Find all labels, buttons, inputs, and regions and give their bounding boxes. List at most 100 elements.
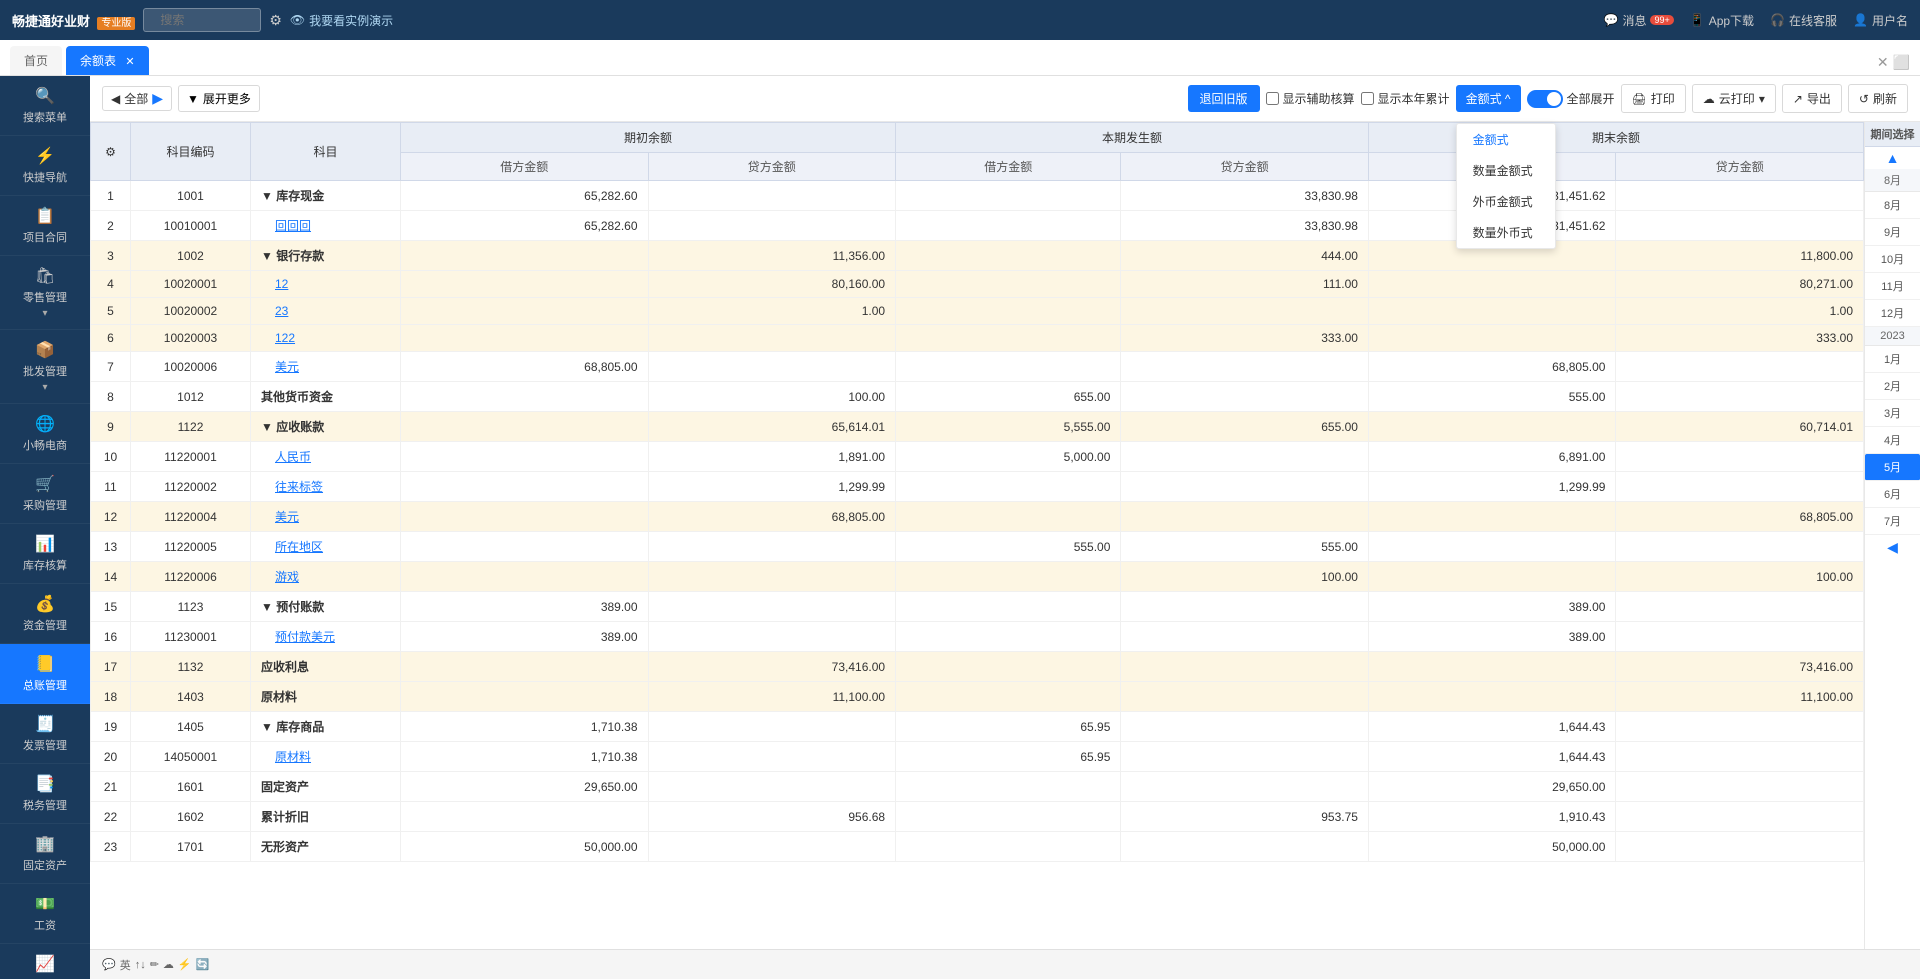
sidebar-item-inventory[interactable]: 📊 库存核算 (0, 524, 90, 584)
gear-icon[interactable]: ⚙ (269, 12, 282, 29)
period-month-6[interactable]: 6月 (1865, 481, 1920, 508)
row-amount (401, 472, 649, 502)
row-amount (1121, 472, 1369, 502)
status-lang[interactable]: 英 (120, 957, 131, 973)
user-avatar[interactable]: 👤 用户名 (1853, 12, 1908, 29)
dropdown-item-qty-foreign[interactable]: 数量外币式 (1457, 217, 1555, 248)
status-edit[interactable]: ✏ (150, 958, 159, 971)
row-subject[interactable]: ▼ 预付账款 (251, 592, 401, 622)
period-month-8[interactable]: 8月 (1865, 192, 1920, 219)
row-amount (1616, 622, 1864, 652)
row-subject: 美元 (251, 502, 401, 532)
global-search-input[interactable] (152, 11, 252, 29)
period-month-11[interactable]: 11月 (1865, 273, 1920, 300)
window-close-icon[interactable]: ✕ (1877, 54, 1889, 71)
row-amount: 11,800.00 (1616, 241, 1864, 271)
sidebar-item-salary[interactable]: 💵 工资 (0, 884, 90, 944)
row-subject[interactable]: ▼ 银行存款 (251, 241, 401, 271)
sidebar-item-project[interactable]: 📋 项目合同 (0, 196, 90, 256)
period-month-2[interactable]: 2月 (1865, 373, 1920, 400)
app-download-btn[interactable]: 📱 App下载 (1690, 12, 1754, 29)
online-service-btn[interactable]: 🎧 在线客服 (1770, 12, 1837, 29)
dropdown-item-qty-amount[interactable]: 数量金额式 (1457, 155, 1555, 186)
sidebar-item-nav[interactable]: ⚡ 快捷导航 (0, 136, 90, 196)
status-flash[interactable]: ⚡ (178, 958, 192, 971)
table-settings-icon[interactable]: ⚙ (105, 145, 116, 159)
table-container[interactable]: ⚙ 科目编码 科目 期初余额 本期发生额 期末余额 借方金额 贷方金额 借方金额 (90, 122, 1864, 949)
period-month-1[interactable]: 1月 (1865, 346, 1920, 373)
period-month-7[interactable]: 7月 (1865, 508, 1920, 535)
period-month-10[interactable]: 10月 (1865, 246, 1920, 273)
row-amount (648, 742, 896, 772)
print-btn[interactable]: 🖨 打印 (1621, 84, 1686, 113)
sidebar-item-invoice[interactable]: 🧾 发票管理 (0, 704, 90, 764)
row-amount (1121, 682, 1369, 712)
status-cloud[interactable]: ☁ (163, 958, 174, 971)
tab-balance[interactable]: 余额表 ✕ (66, 46, 149, 75)
demo-link[interactable]: 👁 我要看实例演示 (290, 12, 393, 29)
row-num: 18 (91, 682, 131, 712)
row-amount (648, 352, 896, 382)
period-month-9[interactable]: 9月 (1865, 219, 1920, 246)
period-year-2022: 8月 (1865, 169, 1920, 192)
balance-table: ⚙ 科目编码 科目 期初余额 本期发生额 期末余额 借方金额 贷方金额 借方金额 (90, 122, 1864, 862)
sidebar-item-assets[interactable]: 🏢 固定资产 (0, 824, 90, 884)
sidebar-item-search[interactable]: 🔍 搜索菜单 (0, 76, 90, 136)
row-amount: 80,160.00 (648, 271, 896, 298)
period-month-4[interactable]: 4月 (1865, 427, 1920, 454)
row-code: 1012 (131, 382, 251, 412)
cloud-print-btn[interactable]: ☁ 云打印 ▾ (1692, 84, 1776, 113)
sidebar-item-tax[interactable]: 📑 税务管理 (0, 764, 90, 824)
row-num: 22 (91, 802, 131, 832)
row-amount: 11,100.00 (1616, 682, 1864, 712)
row-subject[interactable]: ▼ 库存现金 (251, 181, 401, 211)
row-amount (1616, 712, 1864, 742)
expand-more-btn[interactable]: ▼ 展开更多 (178, 85, 260, 112)
expand-all-toggle[interactable]: 全部展开 (1527, 90, 1615, 108)
return-old-btn[interactable]: 退回旧版 (1188, 85, 1260, 112)
status-icon-chat[interactable]: 💬 (102, 958, 116, 971)
sidebar-item-ledger[interactable]: 📒 总账管理 (0, 644, 90, 704)
table-row: 181403原材料11,100.0011,100.00 (91, 682, 1864, 712)
sidebar-item-label: 总账管理 (23, 677, 67, 693)
tab-close-icon[interactable]: ✕ (125, 56, 134, 68)
period-month-5[interactable]: 5月 (1865, 454, 1920, 481)
row-subject[interactable]: ▼ 应收账款 (251, 412, 401, 442)
sidebar-item-purchase[interactable]: 🛒 采购管理 (0, 464, 90, 524)
tab-home[interactable]: 首页 (10, 46, 62, 75)
refresh-btn[interactable]: ↺ 刷新 (1848, 84, 1908, 113)
row-amount (896, 502, 1121, 532)
row-subject[interactable]: ▼ 库存商品 (251, 712, 401, 742)
export-btn[interactable]: ↗ 导出 (1782, 84, 1842, 113)
sidebar-item-wholesale[interactable]: 📦 批发管理 ▾ (0, 330, 90, 404)
period-month-12[interactable]: 12月 (1865, 300, 1920, 327)
row-amount (896, 181, 1121, 211)
dropdown-item-foreign-amount[interactable]: 外币金额式 (1457, 186, 1555, 217)
window-maximize-icon[interactable]: ⬜ (1893, 54, 1910, 71)
row-subject: 美元 (251, 352, 401, 382)
sidebar-item-ecommerce[interactable]: 🌐 小畅电商 (0, 404, 90, 464)
table-row: 211601固定资产29,650.0029,650.00 (91, 772, 1864, 802)
sidebar-item-retail[interactable]: 🛍 零售管理 ▾ (0, 256, 90, 330)
row-subject: 其他货币资金 (251, 382, 401, 412)
row-amount: 1,644.43 (1368, 742, 1616, 772)
row-subject: 原材料 (251, 682, 401, 712)
status-sync[interactable]: 🔄 (196, 958, 210, 971)
search-arrow-icon[interactable]: ▶ (152, 90, 163, 107)
inventory-icon: 📊 (35, 534, 55, 554)
sidebar-item-operations[interactable]: 📈 经营管理 (0, 944, 90, 979)
status-arrows[interactable]: ↑↓ (135, 959, 146, 971)
row-subject: 无形资产 (251, 832, 401, 862)
period-month-3[interactable]: 3月 (1865, 400, 1920, 427)
show-yearly-checkbox[interactable]: 显示本年累计 (1361, 90, 1450, 107)
period-up-btn[interactable]: ▲ (1886, 150, 1900, 166)
message-btn[interactable]: 💬 消息 99+ (1604, 12, 1674, 29)
show-auxiliary-checkbox[interactable]: 显示辅助核算 (1266, 90, 1355, 107)
dropdown-item-amount[interactable]: 金额式 (1457, 124, 1555, 155)
sidebar-item-label: 库存核算 (23, 557, 67, 573)
period-collapse-btn[interactable]: ◀ (1865, 535, 1920, 560)
amount-style-btn[interactable]: 金额式 ^ (1456, 85, 1521, 112)
sidebar-item-finance[interactable]: 💰 资金管理 (0, 584, 90, 644)
period-year-2023-label: 2023 (1865, 327, 1920, 346)
col-settings[interactable]: ⚙ (91, 123, 131, 181)
